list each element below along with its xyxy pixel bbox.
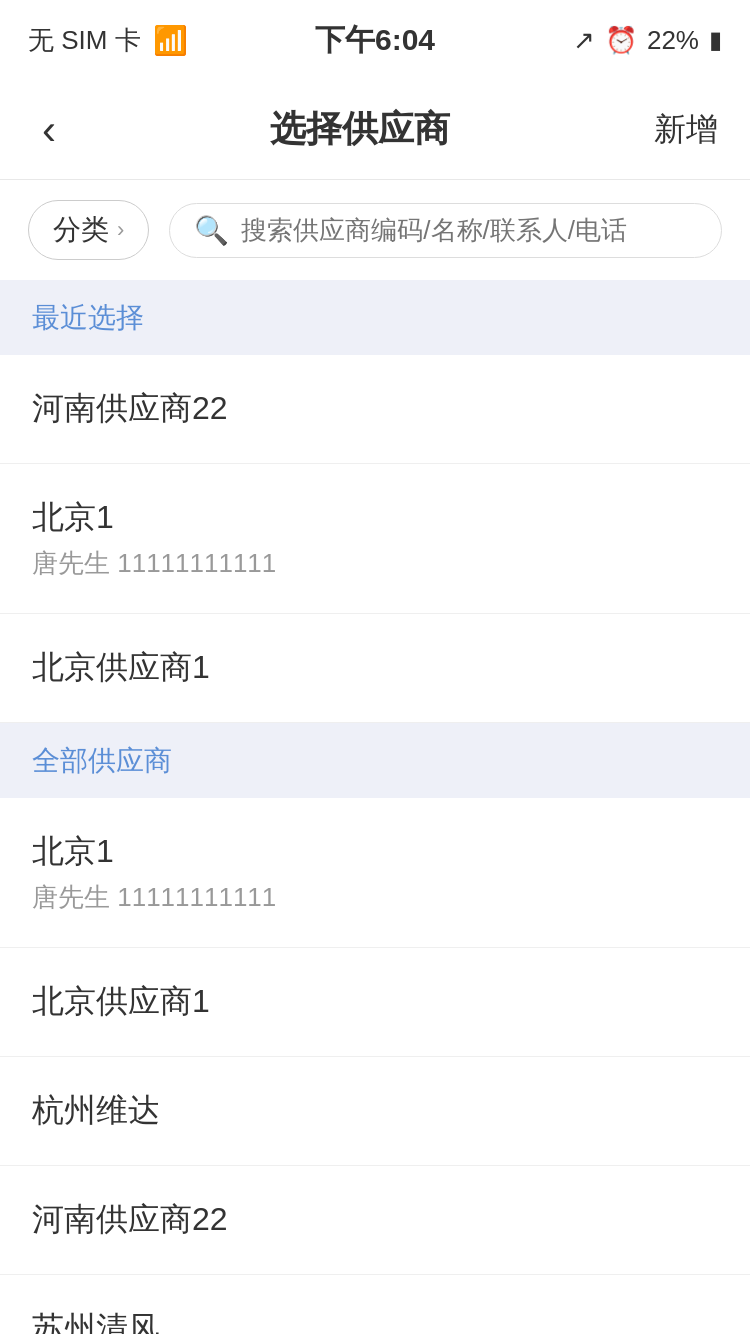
list-item[interactable]: 北京1 唐先生 11111111111 <box>0 464 750 614</box>
item-name: 苏州清风 <box>32 1307 718 1334</box>
list-item[interactable]: 北京供应商1 <box>0 614 750 723</box>
page-title: 选择供应商 <box>270 105 450 154</box>
item-sub: 唐先生 11111111111 <box>32 546 718 581</box>
search-box[interactable]: 🔍 <box>169 203 722 258</box>
category-button[interactable]: 分类 › <box>28 200 149 260</box>
all-section-header: 全部供应商 <box>0 723 750 798</box>
search-icon: 🔍 <box>194 214 229 247</box>
list-item[interactable]: 北京1 唐先生 11111111111 <box>0 798 750 948</box>
item-name: 杭州维达 <box>32 1089 718 1133</box>
status-right: ↗ ⏰ 22% ▮ <box>573 25 722 56</box>
list-item[interactable]: 河南供应商22 <box>0 355 750 464</box>
item-name: 北京1 <box>32 830 718 874</box>
location-icon: ↗ <box>573 25 595 56</box>
wifi-icon: 📶 <box>153 24 188 57</box>
status-time: 下午6:04 <box>315 20 435 61</box>
item-name: 北京供应商1 <box>32 646 718 690</box>
all-items-list: 北京1 唐先生 11111111111 北京供应商1 杭州维达河南供应商22 苏州清风 <box>0 798 750 1334</box>
sim-text: 无 SIM 卡 <box>28 23 141 58</box>
list-item[interactable]: 杭州维达 <box>0 1057 750 1166</box>
item-name: 北京供应商1 <box>32 980 718 1024</box>
add-button[interactable]: 新增 <box>654 108 718 152</box>
category-label: 分类 <box>53 211 109 249</box>
battery-text: 22% <box>647 25 699 56</box>
recent-section-label: 最近选择 <box>32 302 144 333</box>
status-left: 无 SIM 卡 📶 <box>28 23 188 58</box>
item-name: 北京1 <box>32 496 718 540</box>
chevron-right-icon: › <box>117 217 124 243</box>
item-sub: 唐先生 11111111111 <box>32 880 718 915</box>
search-input[interactable] <box>241 215 697 246</box>
list-item[interactable]: 苏州清风 <box>0 1275 750 1334</box>
list-item[interactable]: 北京供应商1 <box>0 948 750 1057</box>
all-section-label: 全部供应商 <box>32 745 172 776</box>
recent-section-header: 最近选择 <box>0 280 750 355</box>
nav-bar: ‹ 选择供应商 新增 <box>0 80 750 180</box>
battery-icon: ▮ <box>709 26 722 54</box>
list-item[interactable]: 河南供应商22 <box>0 1166 750 1275</box>
item-name: 河南供应商22 <box>32 387 718 431</box>
status-bar: 无 SIM 卡 📶 下午6:04 ↗ ⏰ 22% ▮ <box>0 0 750 80</box>
recent-items-list: 河南供应商22 北京1 唐先生 11111111111 北京供应商1 <box>0 355 750 723</box>
alarm-icon: ⏰ <box>605 25 637 56</box>
item-name: 河南供应商22 <box>32 1198 718 1242</box>
filter-bar: 分类 › 🔍 <box>0 180 750 280</box>
back-button[interactable]: ‹ <box>32 96 66 164</box>
